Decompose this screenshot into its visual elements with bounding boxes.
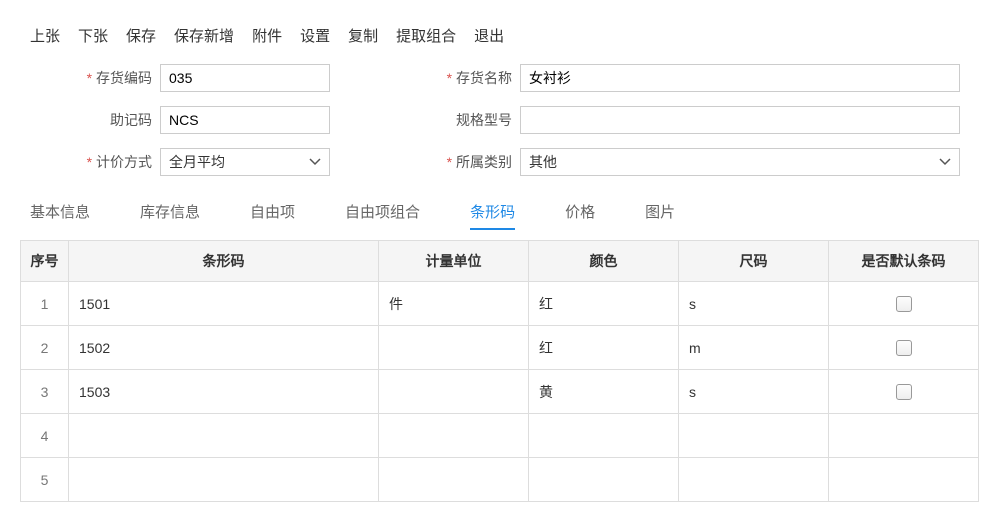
copy-button[interactable]: 复制 <box>348 25 378 46</box>
tab-free-combo[interactable]: 自由项组合 <box>345 201 420 230</box>
settings-button[interactable]: 设置 <box>300 25 330 46</box>
cell-color[interactable]: 红 <box>529 282 679 326</box>
category-value: 其他 <box>529 152 557 172</box>
default-checkbox[interactable] <box>896 384 912 400</box>
cell-index: 1 <box>21 282 69 326</box>
header-index: 序号 <box>21 241 69 282</box>
mnemonic-field: 助记码 <box>30 106 330 134</box>
cell-unit[interactable] <box>379 370 529 414</box>
form-row-2: 助记码 规格型号 <box>30 106 967 134</box>
pricing-method-label: 计价方式 <box>30 152 160 172</box>
spec-input[interactable] <box>520 106 960 134</box>
category-select[interactable]: 其他 <box>520 148 960 176</box>
prev-button[interactable]: 上张 <box>30 25 60 46</box>
spec-label: 规格型号 <box>390 110 520 130</box>
tab-barcode[interactable]: 条形码 <box>470 201 515 230</box>
cell-barcode[interactable]: 1502 <box>69 326 379 370</box>
cell-color[interactable]: 红 <box>529 326 679 370</box>
cell-default <box>829 326 979 370</box>
spec-field: 规格型号 <box>390 106 960 134</box>
inventory-code-label: 存货编码 <box>30 68 160 88</box>
tab-price[interactable]: 价格 <box>565 201 595 230</box>
cell-default <box>829 282 979 326</box>
pricing-method-select[interactable]: 全月平均 <box>160 148 330 176</box>
form-row-3: 计价方式 全月平均 所属类别 其他 <box>30 148 967 176</box>
cell-index: 2 <box>21 326 69 370</box>
attachment-button[interactable]: 附件 <box>252 25 282 46</box>
cell-size[interactable]: s <box>679 282 829 326</box>
table-row-empty[interactable]: 5 <box>21 458 979 502</box>
cell-default <box>829 370 979 414</box>
cell-size[interactable] <box>679 458 829 502</box>
cell-size[interactable] <box>679 414 829 458</box>
tab-bar: 基本信息 库存信息 自由项 自由项组合 条形码 价格 图片 <box>20 201 977 240</box>
cell-color[interactable]: 黄 <box>529 370 679 414</box>
cell-unit[interactable] <box>379 458 529 502</box>
header-unit: 计量单位 <box>379 241 529 282</box>
cell-barcode[interactable]: 1503 <box>69 370 379 414</box>
cell-unit[interactable] <box>379 326 529 370</box>
inventory-code-field: 存货编码 <box>30 64 330 92</box>
tab-inventory[interactable]: 库存信息 <box>140 201 200 230</box>
header-barcode: 条形码 <box>69 241 379 282</box>
barcode-table: 序号 条形码 计量单位 颜色 尺码 是否默认条码 1 1501 件 红 s 2 … <box>20 240 979 502</box>
cell-index: 4 <box>21 414 69 458</box>
cell-barcode[interactable]: 1501 <box>69 282 379 326</box>
default-checkbox[interactable] <box>896 340 912 356</box>
table-row[interactable]: 2 1502 红 m <box>21 326 979 370</box>
header-default: 是否默认条码 <box>829 241 979 282</box>
cell-index: 5 <box>21 458 69 502</box>
chevron-down-icon <box>309 158 321 166</box>
tab-basic[interactable]: 基本信息 <box>30 201 90 230</box>
category-field: 所属类别 其他 <box>390 148 960 176</box>
cell-size[interactable]: s <box>679 370 829 414</box>
exit-button[interactable]: 退出 <box>474 25 504 46</box>
chevron-down-icon <box>939 158 951 166</box>
form-area: 存货编码 存货名称 助记码 规格型号 计价方式 全月平均 <box>20 64 977 201</box>
default-checkbox[interactable] <box>896 296 912 312</box>
cell-size[interactable]: m <box>679 326 829 370</box>
next-button[interactable]: 下张 <box>78 25 108 46</box>
table-header-row: 序号 条形码 计量单位 颜色 尺码 是否默认条码 <box>21 241 979 282</box>
cell-unit[interactable] <box>379 414 529 458</box>
cell-default[interactable] <box>829 458 979 502</box>
cell-color[interactable] <box>529 458 679 502</box>
mnemonic-input[interactable] <box>160 106 330 134</box>
inventory-code-input[interactable] <box>160 64 330 92</box>
extract-combo-button[interactable]: 提取组合 <box>396 25 456 46</box>
category-label: 所属类别 <box>390 152 520 172</box>
cell-default[interactable] <box>829 414 979 458</box>
inventory-name-field: 存货名称 <box>390 64 960 92</box>
pricing-method-value: 全月平均 <box>169 152 225 172</box>
pricing-method-field: 计价方式 全月平均 <box>30 148 330 176</box>
mnemonic-label: 助记码 <box>30 110 160 130</box>
header-size: 尺码 <box>679 241 829 282</box>
inventory-name-label: 存货名称 <box>390 68 520 88</box>
cell-barcode[interactable] <box>69 414 379 458</box>
tab-image[interactable]: 图片 <box>645 201 675 230</box>
table-row[interactable]: 3 1503 黄 s <box>21 370 979 414</box>
tab-free-item[interactable]: 自由项 <box>250 201 295 230</box>
cell-barcode[interactable] <box>69 458 379 502</box>
save-button[interactable]: 保存 <box>126 25 156 46</box>
toolbar: 上张 下张 保存 保存新增 附件 设置 复制 提取组合 退出 <box>20 15 977 64</box>
table-row[interactable]: 1 1501 件 红 s <box>21 282 979 326</box>
cell-color[interactable] <box>529 414 679 458</box>
table-row-empty[interactable]: 4 <box>21 414 979 458</box>
save-new-button[interactable]: 保存新增 <box>174 25 234 46</box>
inventory-name-input[interactable] <box>520 64 960 92</box>
header-color: 颜色 <box>529 241 679 282</box>
form-row-1: 存货编码 存货名称 <box>30 64 967 92</box>
cell-unit[interactable]: 件 <box>379 282 529 326</box>
cell-index: 3 <box>21 370 69 414</box>
